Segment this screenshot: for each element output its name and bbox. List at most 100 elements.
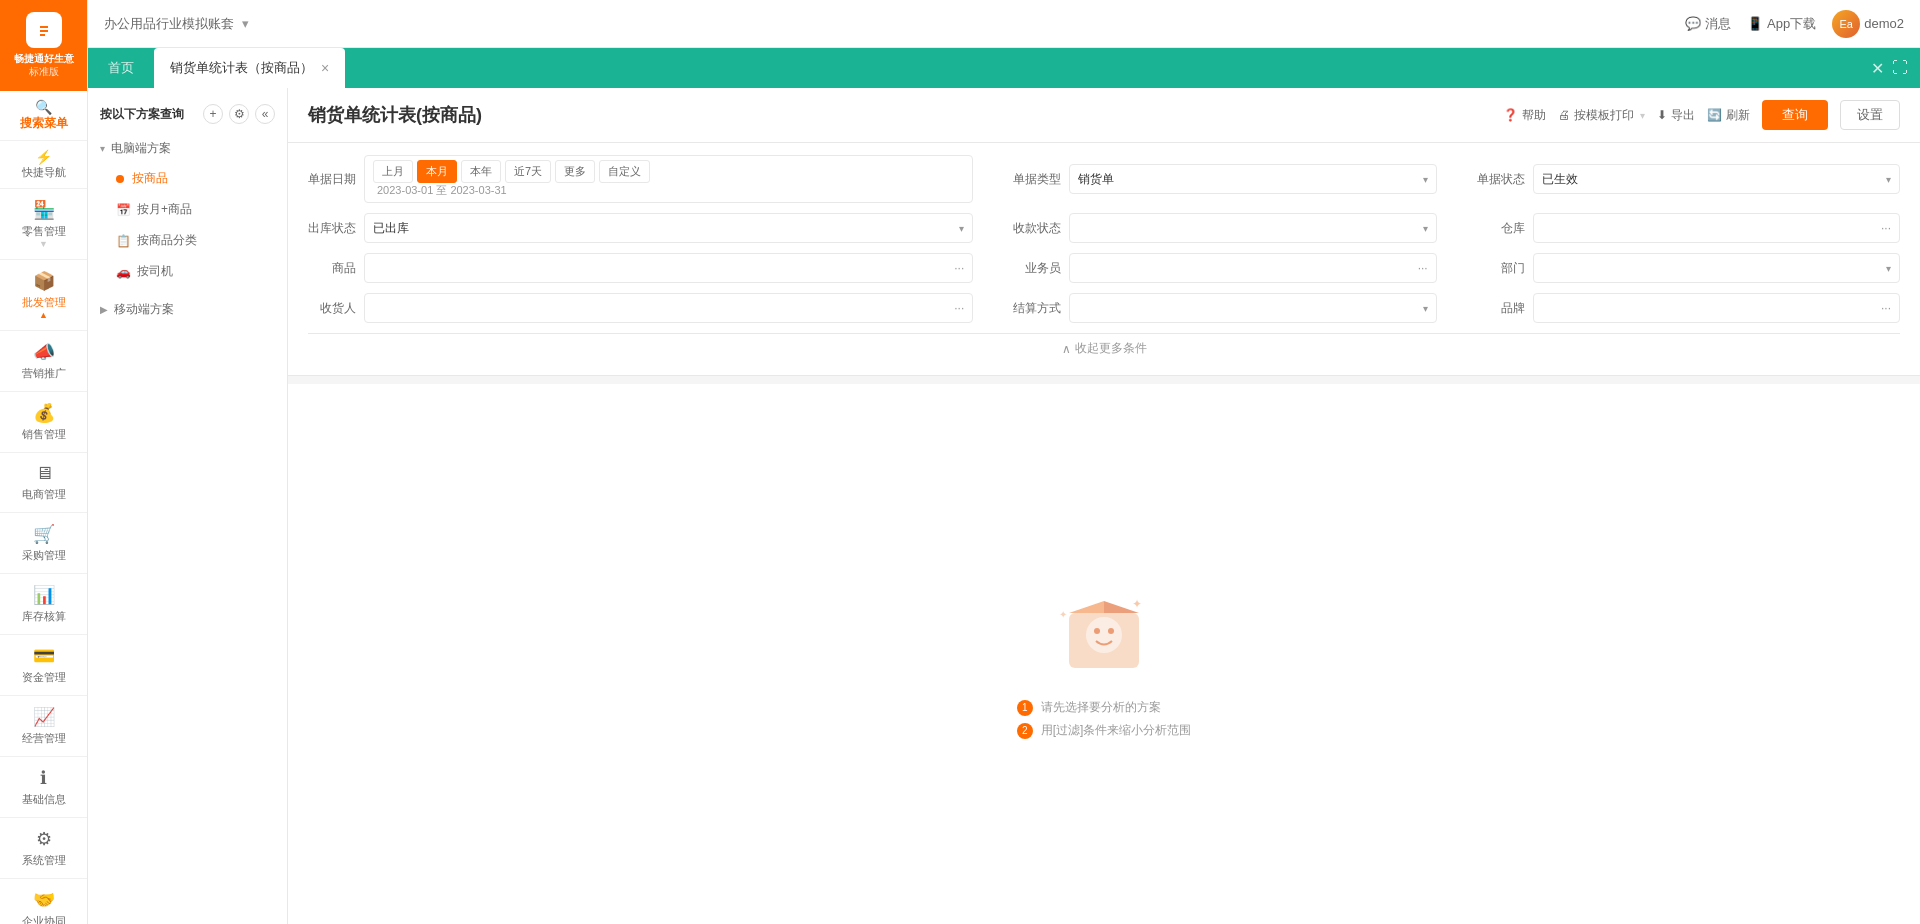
sidebar-item-operations[interactable]: 📈 经营管理 bbox=[0, 696, 87, 757]
user-area[interactable]: Ea demo2 bbox=[1832, 10, 1904, 38]
empty-tip-1: 1 请先选择要分析的方案 bbox=[1017, 699, 1192, 716]
date-btn-lastmonth[interactable]: 上月 bbox=[373, 160, 413, 183]
collab-icon: 🤝 bbox=[33, 889, 55, 911]
retail-icon: 🏪 bbox=[33, 199, 55, 221]
topbar-right: 💬 消息 📱 App下载 Ea demo2 bbox=[1685, 10, 1904, 38]
tab-home-label: 首页 bbox=[108, 59, 134, 77]
sidebar-item-basic-info[interactable]: ℹ 基础信息 bbox=[0, 757, 87, 818]
empty-illustration: ✦ ✦ bbox=[1044, 563, 1164, 683]
sidebar-item-collab[interactable]: 🤝 企业协同 bbox=[0, 879, 87, 924]
receiver-more[interactable]: ··· bbox=[954, 301, 964, 315]
dept-arrow: ▾ bbox=[1886, 263, 1891, 274]
doc-status-control[interactable]: 已生效 ▾ bbox=[1533, 164, 1900, 194]
tabbar-fullscreen-btn[interactable]: ⛶ bbox=[1892, 59, 1908, 77]
wholesale-icon: 📦 bbox=[33, 270, 55, 292]
purchase-label: 采购管理 bbox=[22, 548, 66, 563]
ecommerce-icon: 🖥 bbox=[35, 463, 53, 484]
scheme-settings-btn[interactable]: ⚙ bbox=[229, 104, 249, 124]
app-download-label: App下载 bbox=[1767, 15, 1816, 33]
date-btn-more[interactable]: 更多 bbox=[555, 160, 595, 183]
collapse-icon: ∧ bbox=[1062, 342, 1071, 356]
tabbar-close-all-btn[interactable]: ✕ bbox=[1871, 59, 1884, 78]
date-btn-7days[interactable]: 近7天 bbox=[505, 160, 551, 183]
date-btn-thisyear[interactable]: 本年 bbox=[461, 160, 501, 183]
goods-control[interactable]: ··· bbox=[364, 253, 973, 283]
export-btn[interactable]: ⬇ 导出 bbox=[1657, 107, 1695, 124]
brand-control[interactable]: ··· bbox=[1533, 293, 1900, 323]
date-btn-custom[interactable]: 自定义 bbox=[599, 160, 650, 183]
query-button[interactable]: 查询 bbox=[1762, 100, 1828, 130]
sales-icon: 💰 bbox=[33, 402, 55, 424]
filter-row-4: 收货人 ··· 结算方式 ▾ bbox=[308, 293, 1900, 323]
wholesale-label: 批发管理 bbox=[22, 295, 66, 310]
app-download-btn[interactable]: 📱 App下载 bbox=[1747, 15, 1816, 33]
sidebar-item-system[interactable]: ⚙ 系统管理 bbox=[0, 818, 87, 879]
scheme-item-by-category[interactable]: 📋 按商品分类 bbox=[88, 225, 287, 256]
tip1-text: 请先选择要分析的方案 bbox=[1041, 699, 1161, 716]
dept-control[interactable]: ▾ bbox=[1533, 253, 1900, 283]
results-area: ✦ ✦ 1 请先选择要分析的方案 2 用[过滤]条件来缩小分析范围 bbox=[288, 384, 1920, 924]
group-expand-icon: ▾ bbox=[100, 143, 105, 154]
sidebar-item-wholesale[interactable]: 📦 批发管理 ▲ bbox=[0, 260, 87, 331]
topbar-title: 办公用品行业模拟账套 bbox=[104, 15, 234, 33]
doc-type-label: 单据类型 bbox=[1013, 171, 1061, 188]
refresh-btn[interactable]: 🔄 刷新 bbox=[1707, 107, 1750, 124]
active-indicator bbox=[116, 175, 124, 183]
sidebar-item-marketing[interactable]: 📣 营销推广 bbox=[0, 331, 87, 392]
sidebar-item-purchase[interactable]: 🛒 采购管理 bbox=[0, 513, 87, 574]
sidebar-item-finance[interactable]: 💳 资金管理 bbox=[0, 635, 87, 696]
payment-control[interactable]: ▾ bbox=[1069, 293, 1436, 323]
tab-close-btn[interactable]: × bbox=[321, 60, 329, 76]
sidebar-search[interactable]: 🔍 搜索菜单 bbox=[0, 91, 87, 141]
scheme-add-btn[interactable]: + bbox=[203, 104, 223, 124]
scheme-collapse-btn[interactable]: « bbox=[255, 104, 275, 124]
receiver-control[interactable]: ··· bbox=[364, 293, 973, 323]
print-label: 按模板打印 bbox=[1574, 107, 1634, 124]
scheme-group-desktop-header[interactable]: ▾ 电脑端方案 bbox=[88, 134, 287, 163]
print-btn[interactable]: 🖨 按模板打印 ▾ bbox=[1558, 107, 1645, 124]
date-range-text: 2023-03-01 至 2023-03-31 bbox=[377, 183, 507, 198]
month-goods-icon: 📅 bbox=[116, 203, 131, 217]
scheme-item-by-month-goods[interactable]: 📅 按月+商品 bbox=[88, 194, 287, 225]
settings-button[interactable]: 设置 bbox=[1840, 100, 1900, 130]
tab-home[interactable]: 首页 bbox=[88, 48, 154, 88]
print-icon: 🖨 bbox=[1558, 108, 1570, 122]
staff-more[interactable]: ··· bbox=[1418, 261, 1428, 275]
filter-dept: 部门 ▾ bbox=[1477, 253, 1900, 283]
svg-point-2 bbox=[1086, 617, 1122, 653]
doc-type-control[interactable]: 销货单 ▾ bbox=[1069, 164, 1436, 194]
warehouse-more[interactable]: ··· bbox=[1881, 221, 1891, 235]
staff-control[interactable]: ··· bbox=[1069, 253, 1436, 283]
receipt-status-control[interactable]: ▾ bbox=[1069, 213, 1436, 243]
stock-status-label: 出库状态 bbox=[308, 220, 356, 237]
brand-more[interactable]: ··· bbox=[1881, 301, 1891, 315]
collapse-filters-btn[interactable]: ∧ 收起更多条件 bbox=[308, 333, 1900, 363]
warehouse-control[interactable]: ··· bbox=[1533, 213, 1900, 243]
goods-more[interactable]: ··· bbox=[954, 261, 964, 275]
scheme-group-mobile-label: 移动端方案 bbox=[114, 301, 174, 318]
date-btn-thismonth[interactable]: 本月 bbox=[417, 160, 457, 183]
scheme-header: 按以下方案查询 + ⚙ « bbox=[88, 98, 287, 130]
message-btn[interactable]: 💬 消息 bbox=[1685, 15, 1731, 33]
sidebar-item-sales[interactable]: 💰 销售管理 bbox=[0, 392, 87, 453]
empty-tips: 1 请先选择要分析的方案 2 用[过滤]条件来缩小分析范围 bbox=[1017, 699, 1192, 745]
stock-status-control[interactable]: 已出库 ▾ bbox=[364, 213, 973, 243]
scheme-item-by-driver[interactable]: 🚗 按司机 bbox=[88, 256, 287, 287]
tab-sales-stat[interactable]: 销货单统计表（按商品） × bbox=[154, 48, 345, 88]
quick-nav-label: 快捷导航 bbox=[22, 165, 66, 180]
sidebar-quick-nav[interactable]: ⚡ 快捷导航 bbox=[0, 141, 87, 189]
print-dropdown-arrow[interactable]: ▾ bbox=[1640, 110, 1645, 121]
collapse-label: 收起更多条件 bbox=[1075, 340, 1147, 357]
doc-status-arrow: ▾ bbox=[1886, 174, 1891, 185]
help-btn[interactable]: ❓ 帮助 bbox=[1503, 107, 1546, 124]
refresh-label: 刷新 bbox=[1726, 107, 1750, 124]
sidebar-item-ecommerce[interactable]: 🖥 电商管理 bbox=[0, 453, 87, 513]
svg-point-4 bbox=[1108, 628, 1114, 634]
scheme-item-by-goods[interactable]: 按商品 bbox=[88, 163, 287, 194]
group-collapse-icon: ▶ bbox=[100, 304, 108, 315]
topbar-dropdown-arrow[interactable]: ▾ bbox=[242, 16, 249, 31]
sidebar-item-retail[interactable]: 🏪 零售管理 ▼ bbox=[0, 189, 87, 260]
scheme-group-mobile-header[interactable]: ▶ 移动端方案 bbox=[88, 295, 287, 324]
basic-info-icon: ℹ bbox=[40, 767, 47, 789]
sidebar-item-inventory[interactable]: 📊 库存核算 bbox=[0, 574, 87, 635]
